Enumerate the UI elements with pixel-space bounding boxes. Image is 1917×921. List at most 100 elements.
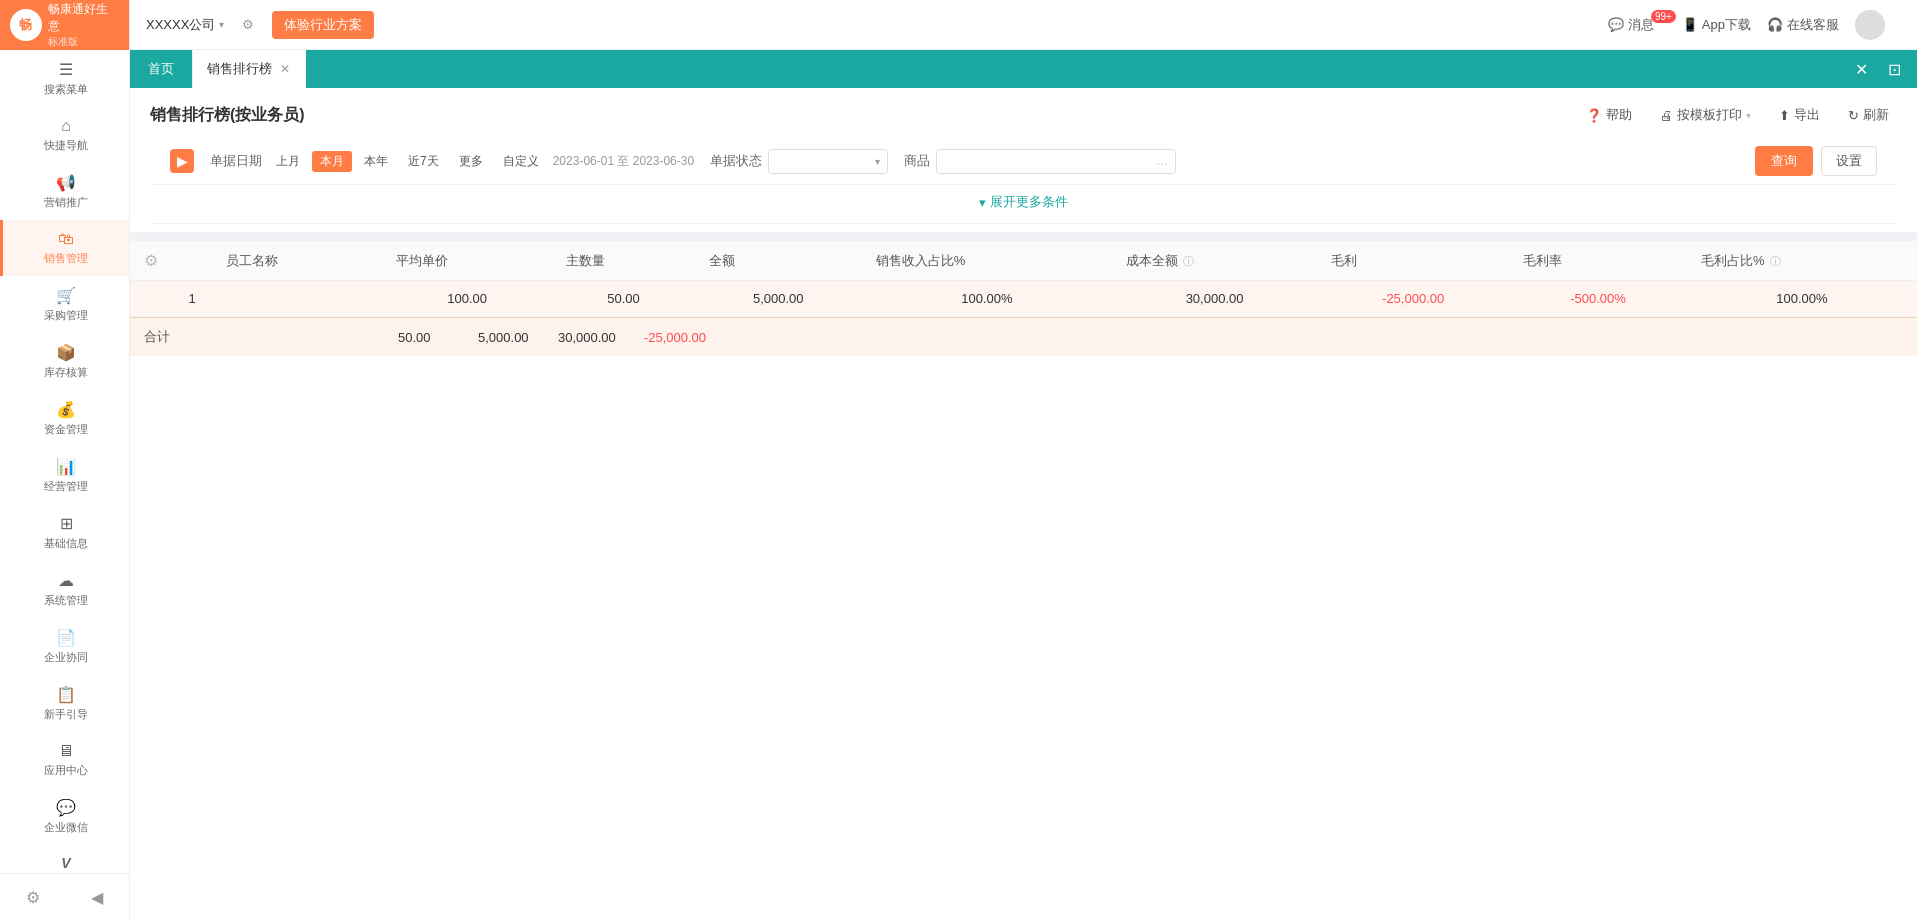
sidebar-item-sales[interactable]: 🛍 销售管理 [0, 220, 129, 276]
tab-close-window-button[interactable]: ✕ [1849, 58, 1874, 81]
trial-button[interactable]: 体验行业方案 [272, 11, 374, 39]
sidebar-item-quick-nav[interactable]: ⌂ 快捷导航 [0, 107, 129, 163]
content-area: 销售排行榜(按业务员) ❓ 帮助 🖨 按模板打印 ▾ ⬆ 导出 [130, 88, 1917, 921]
search-icon: ☰ [59, 60, 73, 79]
status-select[interactable] [768, 149, 888, 174]
date-btn-current-month[interactable]: 本月 [312, 151, 352, 172]
row-cost: 30,000.00 [1112, 281, 1317, 317]
tab-label: 销售排行榜 [207, 60, 272, 78]
sidebar-item-appstore[interactable]: 🖥 应用中心 [0, 732, 129, 788]
row-profit-pct: 100.00% [1687, 281, 1917, 317]
tab-close-button[interactable]: ✕ [278, 60, 292, 78]
sidebar-item-label: 经营管理 [44, 479, 88, 494]
avatar[interactable] [1855, 10, 1885, 40]
status-select-wrap [768, 149, 888, 174]
tabbar: 首页 销售排行榜 ✕ ✕ ⊡ [130, 50, 1917, 88]
expand-more-filter-row: ▾ 展开更多条件 [150, 185, 1897, 224]
sidebar-item-label: 企业微信 [44, 820, 88, 835]
date-filter-label: 单据日期 [210, 152, 262, 170]
cost-info-icon[interactable]: ⓘ [1183, 255, 1194, 267]
footer-qty: 50.00 [384, 330, 464, 345]
col-sales-pct: 销售收入占比% [862, 241, 1112, 281]
export-icon: ⬆ [1779, 108, 1790, 123]
sidebar-item-inventory[interactable]: 📦 库存核算 [0, 333, 129, 390]
message-button[interactable]: 💬 消息 99+ [1608, 16, 1666, 34]
marketing-icon: 📢 [56, 173, 76, 192]
col-avg-price: 平均单价 [382, 241, 552, 281]
filter-row: ▶ 单据日期 上月 本月 本年 近7天 更多 自定义 2023-06-01 至 … [150, 138, 1897, 185]
member-icon: V [61, 855, 70, 871]
app-icon: 📱 [1682, 17, 1698, 32]
sidebar-item-basics[interactable]: ⊞ 基础信息 [0, 504, 129, 561]
sidebar-item-member[interactable]: V 畅会员 [0, 845, 129, 873]
col-profit-pct: 毛利占比% ⓘ [1687, 241, 1917, 281]
company-dropdown-icon: ▾ [219, 19, 224, 30]
company-selector[interactable]: XXXXX公司 ▾ [146, 16, 224, 34]
topbar-settings-button[interactable]: ⚙ [234, 11, 262, 39]
sidebar-item-marketing[interactable]: 📢 营销推广 [0, 163, 129, 220]
refresh-button[interactable]: ↻ 刷新 [1840, 102, 1897, 128]
tab-sales-rank[interactable]: 销售排行榜 ✕ [192, 50, 306, 88]
footer-label: 合计 [144, 328, 384, 346]
sidebar-item-wechat[interactable]: 💬 企业微信 [0, 788, 129, 845]
sidebar-item-purchase[interactable]: 🛒 采购管理 [0, 276, 129, 333]
sidebar-item-search[interactable]: ☰ 搜索菜单 [0, 50, 129, 107]
app-download-button[interactable]: 📱 App下载 [1682, 16, 1751, 34]
expand-more-filters-button[interactable]: ▾ 展开更多条件 [979, 189, 1068, 215]
tab-restore-button[interactable]: ⊡ [1882, 58, 1907, 81]
sidebar-item-label: 库存核算 [44, 365, 88, 380]
col-amount: 全额 [695, 241, 862, 281]
service-label: 在线客服 [1787, 16, 1839, 34]
date-btn-custom[interactable]: 自定义 [495, 151, 547, 172]
query-actions: 查询 设置 [1755, 146, 1877, 176]
row-rank: 1 [172, 281, 212, 317]
query-button[interactable]: 查询 [1755, 146, 1813, 176]
sidebar-item-guide[interactable]: 📋 新手引导 [0, 675, 129, 732]
sidebar-collapse-button[interactable]: ◀ [87, 884, 107, 911]
refresh-icon: ↻ [1848, 108, 1859, 123]
expand-chevron-icon: ▾ [979, 195, 986, 210]
export-button[interactable]: ⬆ 导出 [1771, 102, 1828, 128]
print-dropdown-icon: ▾ [1746, 110, 1751, 121]
page-title: 销售排行榜(按业务员) [150, 105, 305, 126]
row-sales-pct: 100.00% [862, 281, 1112, 317]
sidebar-item-finance[interactable]: 💰 资金管理 [0, 390, 129, 447]
sidebar-settings-button[interactable]: ⚙ [22, 884, 44, 911]
row-amount: 5,000.00 [695, 281, 862, 317]
table-wrap: ⚙ 员工名称 平均单价 主数量 全额 销售收入占比% 成本全额 ⓘ [130, 241, 1917, 921]
settings-button[interactable]: 设置 [1821, 146, 1877, 176]
date-btn-more[interactable]: 更多 [451, 151, 491, 172]
sidebar-item-operations[interactable]: 📊 经营管理 [0, 447, 129, 504]
sidebar-item-enterprise[interactable]: 📄 企业协同 [0, 618, 129, 675]
date-filter-buttons: 上月 本月 本年 近7天 更多 自定义 [268, 151, 547, 172]
appstore-icon: 🖥 [58, 742, 74, 760]
tabbar-controls: ✕ ⊡ [1849, 58, 1917, 81]
goods-input[interactable] [936, 149, 1176, 174]
finance-icon: 💰 [56, 400, 76, 419]
print-button[interactable]: 🖨 按模板打印 ▾ [1652, 102, 1759, 128]
table-header-row: ⚙ 员工名称 平均单价 主数量 全额 销售收入占比% 成本全额 ⓘ [130, 241, 1917, 281]
sidebar-item-label: 销售管理 [44, 251, 88, 266]
operations-icon: 📊 [56, 457, 76, 476]
sidebar-item-label: 采购管理 [44, 308, 88, 323]
col-name: 员工名称 [212, 241, 382, 281]
system-icon: ☁ [58, 571, 74, 590]
table-settings-icon[interactable]: ⚙ [144, 252, 158, 269]
profit-pct-info-icon[interactable]: ⓘ [1770, 255, 1781, 267]
row-name [212, 281, 382, 317]
filter-expand-button[interactable]: ▶ [170, 149, 194, 173]
service-button[interactable]: 🎧 在线客服 [1767, 16, 1839, 34]
purchase-icon: 🛒 [56, 286, 76, 305]
topbar: XXXXX公司 ▾ ⚙ 体验行业方案 💬 消息 99+ 📱 App下载 🎧 在线… [130, 0, 1917, 50]
sidebar-item-label: 营销推广 [44, 195, 88, 210]
sidebar-item-system[interactable]: ☁ 系统管理 [0, 561, 129, 618]
date-btn-7days[interactable]: 近7天 [400, 151, 447, 172]
sidebar-item-label: 资金管理 [44, 422, 88, 437]
date-btn-last-month[interactable]: 上月 [268, 151, 308, 172]
date-btn-year[interactable]: 本年 [356, 151, 396, 172]
main-area: XXXXX公司 ▾ ⚙ 体验行业方案 💬 消息 99+ 📱 App下载 🎧 在线… [130, 0, 1917, 921]
row-qty: 50.00 [552, 281, 694, 317]
help-button[interactable]: ❓ 帮助 [1578, 102, 1640, 128]
tab-home[interactable]: 首页 [130, 50, 192, 88]
sidebar: 畅 畅康通好生意 标准版 ☰ 搜索菜单 ⌂ 快捷导航 📢 营销推广 🛍 销售管理… [0, 0, 130, 921]
